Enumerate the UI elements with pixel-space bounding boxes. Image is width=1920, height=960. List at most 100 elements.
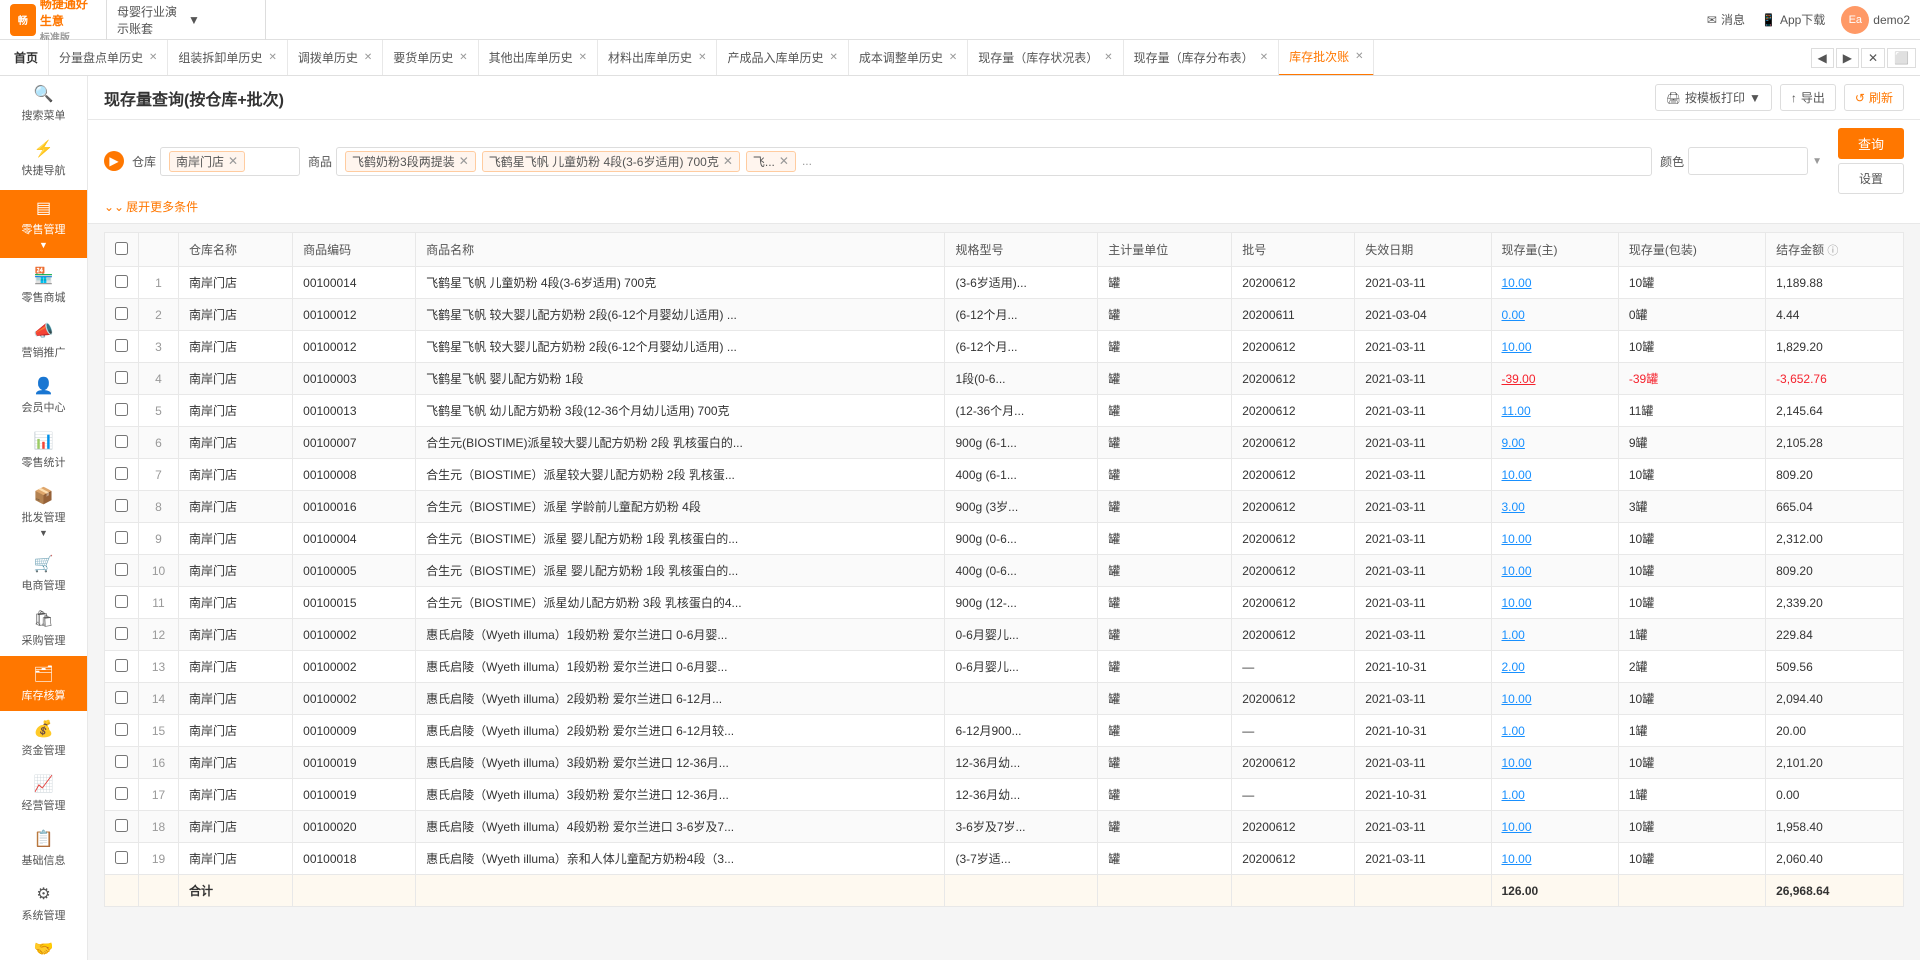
goods-tag-area[interactable]: 飞鹤奶粉3段两提装 ✕ 飞鹤星飞帆 儿童奶粉 4段(3-6岁适用) 700克 ✕… xyxy=(336,147,1652,176)
query-button[interactable]: 查询 xyxy=(1838,128,1904,159)
tab-qitachuku-close[interactable]: ✕ xyxy=(579,52,587,63)
sidebar-item-system[interactable]: ⚙ 系统管理 xyxy=(0,876,87,931)
tab-xiancunzhuang-close[interactable]: ✕ xyxy=(1104,52,1112,63)
tab-next-btn[interactable]: ▶ xyxy=(1836,48,1859,68)
sidebar-item-operation[interactable]: 📈 经营管理 xyxy=(0,766,87,821)
select-all-checkbox[interactable] xyxy=(115,242,128,255)
tab-fenliang-close[interactable]: ✕ xyxy=(149,52,157,63)
row-stock-main[interactable]: 10.00 xyxy=(1491,267,1618,299)
sidebar-item-finance[interactable]: 💰 资金管理 xyxy=(0,711,87,766)
tab-chanpin[interactable]: 产成品入库单历史 ✕ xyxy=(717,40,848,76)
tab-chanpin-close[interactable]: ✕ xyxy=(829,52,837,63)
sidebar-item-search[interactable]: 🔍 搜索菜单 xyxy=(0,76,87,131)
tab-chengben-close[interactable]: ✕ xyxy=(949,52,957,63)
workspace-selector[interactable]: 母婴行业演示账套 ▼ xyxy=(106,0,266,42)
row-stock-main[interactable]: -39.00 xyxy=(1491,363,1618,395)
export-button[interactable]: ↑ 导出 xyxy=(1780,84,1836,111)
tab-close-all-btn[interactable]: ✕ xyxy=(1861,48,1885,68)
tab-home[interactable]: 首页 xyxy=(4,40,49,76)
row-checkbox[interactable] xyxy=(105,427,139,459)
user-menu[interactable]: Ea demo2 xyxy=(1841,6,1910,34)
row-checkbox[interactable] xyxy=(105,619,139,651)
row-stock-main[interactable]: 10.00 xyxy=(1491,459,1618,491)
row-stock-main[interactable]: 1.00 xyxy=(1491,779,1618,811)
row-stock-main[interactable]: 11.00 xyxy=(1491,395,1618,427)
goods-tag-2-remove[interactable]: ✕ xyxy=(723,154,733,168)
sidebar-item-zero-shop[interactable]: 🏪 零售商城 xyxy=(0,258,87,313)
sidebar-item-quicknav[interactable]: ⚡ 快捷导航 xyxy=(0,131,87,186)
row-stock-main[interactable]: 3.00 xyxy=(1491,491,1618,523)
row-checkbox[interactable] xyxy=(105,267,139,299)
goods-tag-2[interactable]: 飞鹤星飞帆 儿童奶粉 4段(3-6岁适用) 700克 ✕ xyxy=(482,151,740,172)
row-checkbox[interactable] xyxy=(105,299,139,331)
row-checkbox[interactable] xyxy=(105,779,139,811)
expand-more-btn[interactable]: ⌄⌄ 展开更多条件 xyxy=(104,198,1904,215)
row-stock-main[interactable]: 0.00 xyxy=(1491,299,1618,331)
row-checkbox[interactable] xyxy=(105,523,139,555)
sidebar-item-zero-retail[interactable]: ▤ 零售管理 ▼ xyxy=(0,190,87,258)
row-checkbox[interactable] xyxy=(105,715,139,747)
goods-tag-1-remove[interactable]: ✕ xyxy=(459,154,469,168)
row-stock-main[interactable]: 10.00 xyxy=(1491,587,1618,619)
row-stock-main[interactable]: 10.00 xyxy=(1491,523,1618,555)
warehouse-tag[interactable]: 南岸门店 ✕ xyxy=(169,151,245,172)
warehouse-tag-remove[interactable]: ✕ xyxy=(228,154,238,168)
col-checkbox[interactable] xyxy=(105,233,139,267)
row-checkbox[interactable] xyxy=(105,491,139,523)
app-download-button[interactable]: 📱 App下载 xyxy=(1761,11,1825,28)
row-checkbox[interactable] xyxy=(105,683,139,715)
tab-zuzhuang-close[interactable]: ✕ xyxy=(268,52,276,63)
tab-cailiao[interactable]: 材料出库单历史 ✕ xyxy=(598,40,717,76)
sidebar-item-inventory[interactable]: 🗂 库存核算 xyxy=(0,656,87,711)
tab-yaohuo[interactable]: 要货单历史 ✕ xyxy=(383,40,478,76)
tab-kucun-batch-close[interactable]: ✕ xyxy=(1355,51,1363,62)
tab-chengben[interactable]: 成本调整单历史 ✕ xyxy=(849,40,968,76)
tab-yaohuo-close[interactable]: ✕ xyxy=(459,52,467,63)
goods-tag-1[interactable]: 飞鹤奶粉3段两提装 ✕ xyxy=(345,151,476,172)
row-stock-main[interactable]: 9.00 xyxy=(1491,427,1618,459)
tab-xiancunfen[interactable]: 现存量（库存分布表） ✕ xyxy=(1124,40,1279,76)
color-tag-area[interactable] xyxy=(1688,147,1808,175)
sidebar-item-enterprise[interactable]: 🤝 企业协同 xyxy=(0,931,87,960)
row-stock-main[interactable]: 10.00 xyxy=(1491,683,1618,715)
row-stock-main[interactable]: 10.00 xyxy=(1491,843,1618,875)
message-button[interactable]: ✉ 消息 xyxy=(1707,11,1745,28)
row-checkbox[interactable] xyxy=(105,747,139,779)
warehouse-tag-area[interactable]: 南岸门店 ✕ xyxy=(160,147,300,176)
row-stock-main[interactable]: 10.00 xyxy=(1491,747,1618,779)
goods-more[interactable]: ... xyxy=(802,154,812,168)
sidebar-item-marketing[interactable]: 📣 营销推广 xyxy=(0,313,87,368)
row-checkbox[interactable] xyxy=(105,651,139,683)
row-checkbox[interactable] xyxy=(105,459,139,491)
row-checkbox[interactable] xyxy=(105,331,139,363)
tab-cailiao-close[interactable]: ✕ xyxy=(698,52,706,63)
sidebar-item-batch[interactable]: 📦 批发管理 ▼ xyxy=(0,478,87,546)
refresh-button[interactable]: ↺ 刷新 xyxy=(1844,84,1904,111)
row-checkbox[interactable] xyxy=(105,363,139,395)
tab-qitachuku[interactable]: 其他出库单历史 ✕ xyxy=(479,40,598,76)
tab-expand-btn[interactable]: ⬜ xyxy=(1887,48,1916,68)
row-checkbox[interactable] xyxy=(105,843,139,875)
sidebar-item-basic[interactable]: 📋 基础信息 xyxy=(0,821,87,876)
tab-diaob[interactable]: 调拨单历史 ✕ xyxy=(288,40,383,76)
row-stock-main[interactable]: 10.00 xyxy=(1491,555,1618,587)
row-stock-main[interactable]: 10.00 xyxy=(1491,331,1618,363)
row-stock-main[interactable]: 1.00 xyxy=(1491,619,1618,651)
color-arrow-down[interactable]: ▼ xyxy=(1812,156,1822,167)
row-stock-main[interactable]: 2.00 xyxy=(1491,651,1618,683)
goods-tag-3-remove[interactable]: ✕ xyxy=(779,154,789,168)
tab-xiancunfen-close[interactable]: ✕ xyxy=(1260,52,1268,63)
balance-info-icon[interactable]: ⓘ xyxy=(1827,245,1838,257)
tab-xiancunzhuang[interactable]: 现存量（库存状况表） ✕ xyxy=(968,40,1123,76)
tab-kucun-batch[interactable]: 库存批次账 ✕ xyxy=(1279,40,1374,76)
sidebar-item-member[interactable]: 👤 会员中心 xyxy=(0,368,87,423)
settings-button[interactable]: 设置 xyxy=(1838,163,1904,194)
goods-tag-3[interactable]: 飞... ✕ xyxy=(746,151,796,172)
sidebar-item-zero-stat[interactable]: 📊 零售统计 xyxy=(0,423,87,478)
tab-diaob-close[interactable]: ✕ xyxy=(364,52,372,63)
print-button[interactable]: 🖨 按模板打印 ▼ xyxy=(1655,84,1772,111)
filter-toggle-btn[interactable]: ▶ xyxy=(104,151,124,171)
row-checkbox[interactable] xyxy=(105,587,139,619)
sidebar-item-purchase[interactable]: 🛍 采购管理 xyxy=(0,601,87,656)
tab-prev-btn[interactable]: ◀ xyxy=(1811,48,1834,68)
